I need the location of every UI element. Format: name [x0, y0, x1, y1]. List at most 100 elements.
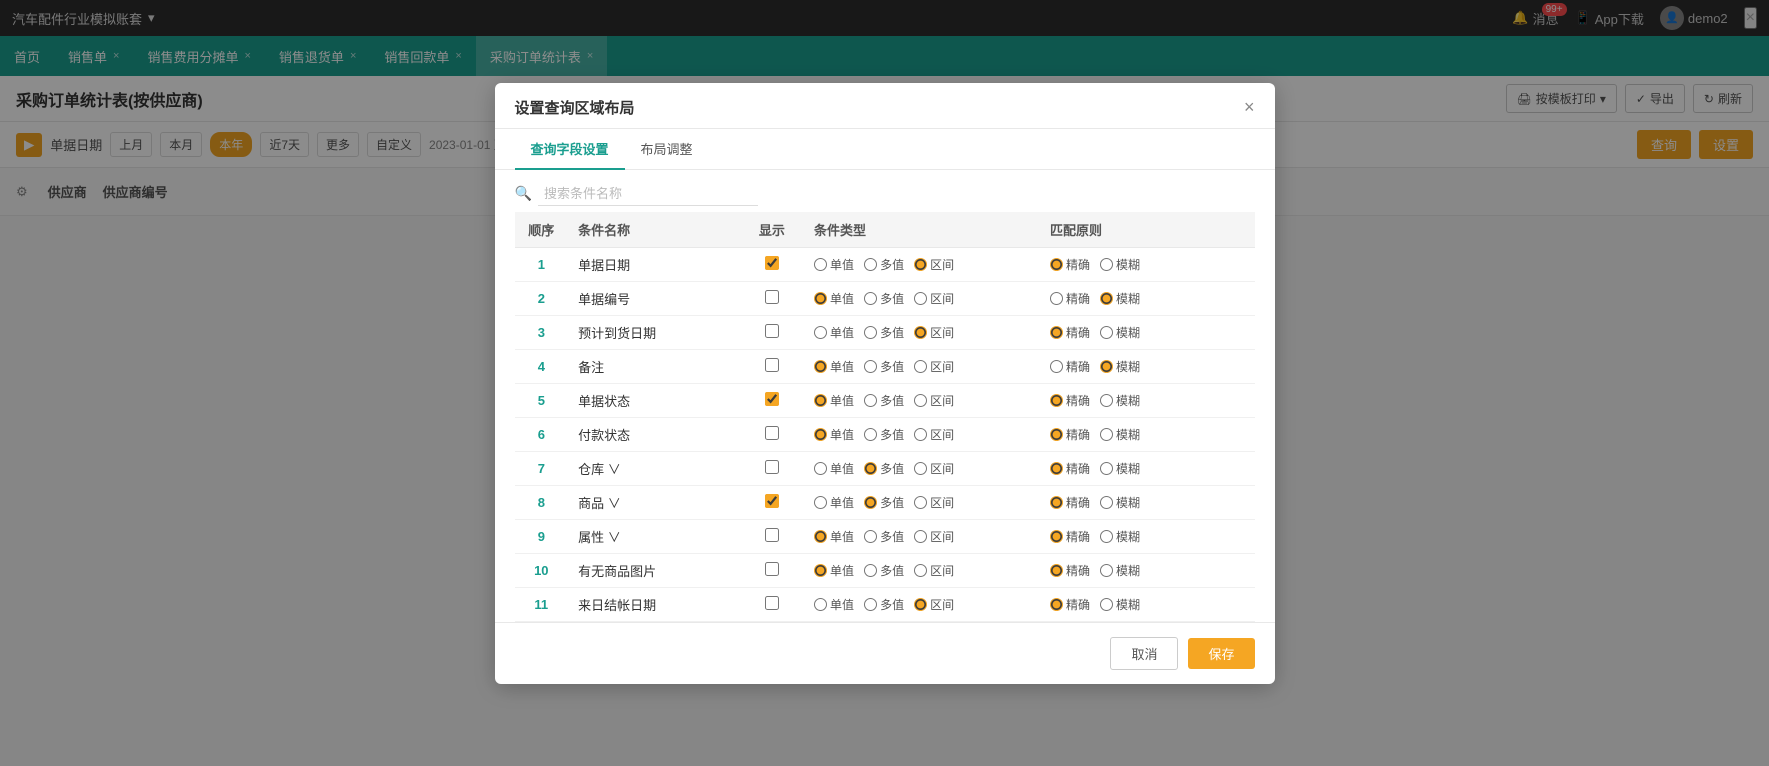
cell-display[interactable]	[740, 553, 804, 587]
type-radio-单值[interactable]: 单值	[814, 460, 854, 477]
match-radio-input-模糊[interactable]	[1100, 428, 1113, 441]
type-radio-区间[interactable]: 区间	[914, 460, 954, 477]
type-radio-多值[interactable]: 多值	[864, 596, 904, 613]
match-radio-input-精确[interactable]	[1050, 326, 1063, 339]
display-checkbox[interactable]	[765, 392, 779, 406]
type-radio-input-多值[interactable]	[864, 496, 877, 509]
cell-type[interactable]: 单值多值区间	[804, 315, 1040, 349]
match-radio-input-精确[interactable]	[1050, 394, 1063, 407]
match-radio-精确[interactable]: 精确	[1050, 392, 1090, 409]
cell-display[interactable]	[740, 281, 804, 315]
cell-display[interactable]	[740, 383, 804, 417]
type-radio-input-区间[interactable]	[914, 462, 927, 475]
match-radio-精确[interactable]: 精确	[1050, 426, 1090, 443]
type-radio-单值[interactable]: 单值	[814, 426, 854, 443]
type-radio-input-多值[interactable]	[864, 258, 877, 271]
cell-display[interactable]	[740, 587, 804, 621]
match-radio-input-模糊[interactable]	[1100, 496, 1113, 509]
tab-query-fields[interactable]: 查询字段设置	[515, 129, 625, 170]
cell-display[interactable]	[740, 451, 804, 485]
tab-layout-adjust[interactable]: 布局调整	[625, 129, 709, 170]
type-radio-input-区间[interactable]	[914, 258, 927, 271]
match-radio-input-精确[interactable]	[1050, 496, 1063, 509]
type-radio-单值[interactable]: 单值	[814, 256, 854, 273]
type-radio-区间[interactable]: 区间	[914, 392, 954, 409]
type-radio-多值[interactable]: 多值	[864, 426, 904, 443]
type-radio-区间[interactable]: 区间	[914, 426, 954, 443]
match-radio-input-精确[interactable]	[1050, 292, 1063, 305]
match-radio-input-模糊[interactable]	[1100, 258, 1113, 271]
cell-display[interactable]	[740, 485, 804, 519]
type-radio-input-多值[interactable]	[864, 292, 877, 305]
match-radio-模糊[interactable]: 模糊	[1100, 562, 1140, 579]
match-radio-input-精确[interactable]	[1050, 598, 1063, 611]
type-radio-input-区间[interactable]	[914, 496, 927, 509]
type-radio-区间[interactable]: 区间	[914, 324, 954, 341]
cell-type[interactable]: 单值多值区间	[804, 383, 1040, 417]
type-radio-input-多值[interactable]	[864, 394, 877, 407]
match-radio-模糊[interactable]: 模糊	[1100, 324, 1140, 341]
type-radio-input-单值[interactable]	[814, 360, 827, 373]
type-radio-input-单值[interactable]	[814, 598, 827, 611]
cell-match[interactable]: 精确模糊	[1040, 553, 1255, 587]
match-radio-input-模糊[interactable]	[1100, 564, 1113, 577]
type-radio-input-多值[interactable]	[864, 598, 877, 611]
type-radio-input-多值[interactable]	[864, 462, 877, 475]
dialog-close-button[interactable]: ×	[1244, 97, 1255, 118]
type-radio-input-区间[interactable]	[914, 326, 927, 339]
cancel-button[interactable]: 取消	[1110, 637, 1178, 670]
display-checkbox[interactable]	[765, 324, 779, 338]
type-radio-input-多值[interactable]	[864, 530, 877, 543]
type-radio-单值[interactable]: 单值	[814, 290, 854, 307]
match-radio-精确[interactable]: 精确	[1050, 562, 1090, 579]
type-radio-单值[interactable]: 单值	[814, 392, 854, 409]
cell-type[interactable]: 单值多值区间	[804, 587, 1040, 621]
type-radio-区间[interactable]: 区间	[914, 358, 954, 375]
type-radio-input-单值[interactable]	[814, 462, 827, 475]
type-radio-区间[interactable]: 区间	[914, 290, 954, 307]
match-radio-input-精确[interactable]	[1050, 360, 1063, 373]
match-radio-模糊[interactable]: 模糊	[1100, 528, 1140, 545]
type-radio-input-单值[interactable]	[814, 428, 827, 441]
cell-match[interactable]: 精确模糊	[1040, 349, 1255, 383]
match-radio-input-精确[interactable]	[1050, 428, 1063, 441]
type-radio-多值[interactable]: 多值	[864, 256, 904, 273]
match-radio-input-模糊[interactable]	[1100, 394, 1113, 407]
match-radio-input-模糊[interactable]	[1100, 360, 1113, 373]
type-radio-多值[interactable]: 多值	[864, 494, 904, 511]
cell-match[interactable]: 精确模糊	[1040, 315, 1255, 349]
match-radio-精确[interactable]: 精确	[1050, 290, 1090, 307]
match-radio-input-精确[interactable]	[1050, 564, 1063, 577]
cell-match[interactable]: 精确模糊	[1040, 451, 1255, 485]
match-radio-input-模糊[interactable]	[1100, 462, 1113, 475]
match-radio-精确[interactable]: 精确	[1050, 256, 1090, 273]
match-radio-input-模糊[interactable]	[1100, 292, 1113, 305]
match-radio-input-模糊[interactable]	[1100, 598, 1113, 611]
type-radio-input-区间[interactable]	[914, 394, 927, 407]
type-radio-input-单值[interactable]	[814, 258, 827, 271]
type-radio-多值[interactable]: 多值	[864, 290, 904, 307]
type-radio-input-多值[interactable]	[864, 428, 877, 441]
match-radio-模糊[interactable]: 模糊	[1100, 392, 1140, 409]
type-radio-input-多值[interactable]	[864, 326, 877, 339]
display-checkbox[interactable]	[765, 528, 779, 542]
display-checkbox[interactable]	[765, 256, 779, 270]
type-radio-input-区间[interactable]	[914, 564, 927, 577]
display-checkbox[interactable]	[765, 562, 779, 576]
match-radio-input-精确[interactable]	[1050, 530, 1063, 543]
cell-display[interactable]	[740, 519, 804, 553]
display-checkbox[interactable]	[765, 426, 779, 440]
cell-type[interactable]: 单值多值区间	[804, 485, 1040, 519]
match-radio-input-精确[interactable]	[1050, 258, 1063, 271]
type-radio-单值[interactable]: 单值	[814, 324, 854, 341]
match-radio-模糊[interactable]: 模糊	[1100, 494, 1140, 511]
type-radio-区间[interactable]: 区间	[914, 596, 954, 613]
match-radio-精确[interactable]: 精确	[1050, 460, 1090, 477]
cell-display[interactable]	[740, 247, 804, 281]
cell-type[interactable]: 单值多值区间	[804, 451, 1040, 485]
match-radio-精确[interactable]: 精确	[1050, 494, 1090, 511]
cell-match[interactable]: 精确模糊	[1040, 485, 1255, 519]
type-radio-input-单值[interactable]	[814, 326, 827, 339]
cell-type[interactable]: 单值多值区间	[804, 247, 1040, 281]
type-radio-input-区间[interactable]	[914, 530, 927, 543]
